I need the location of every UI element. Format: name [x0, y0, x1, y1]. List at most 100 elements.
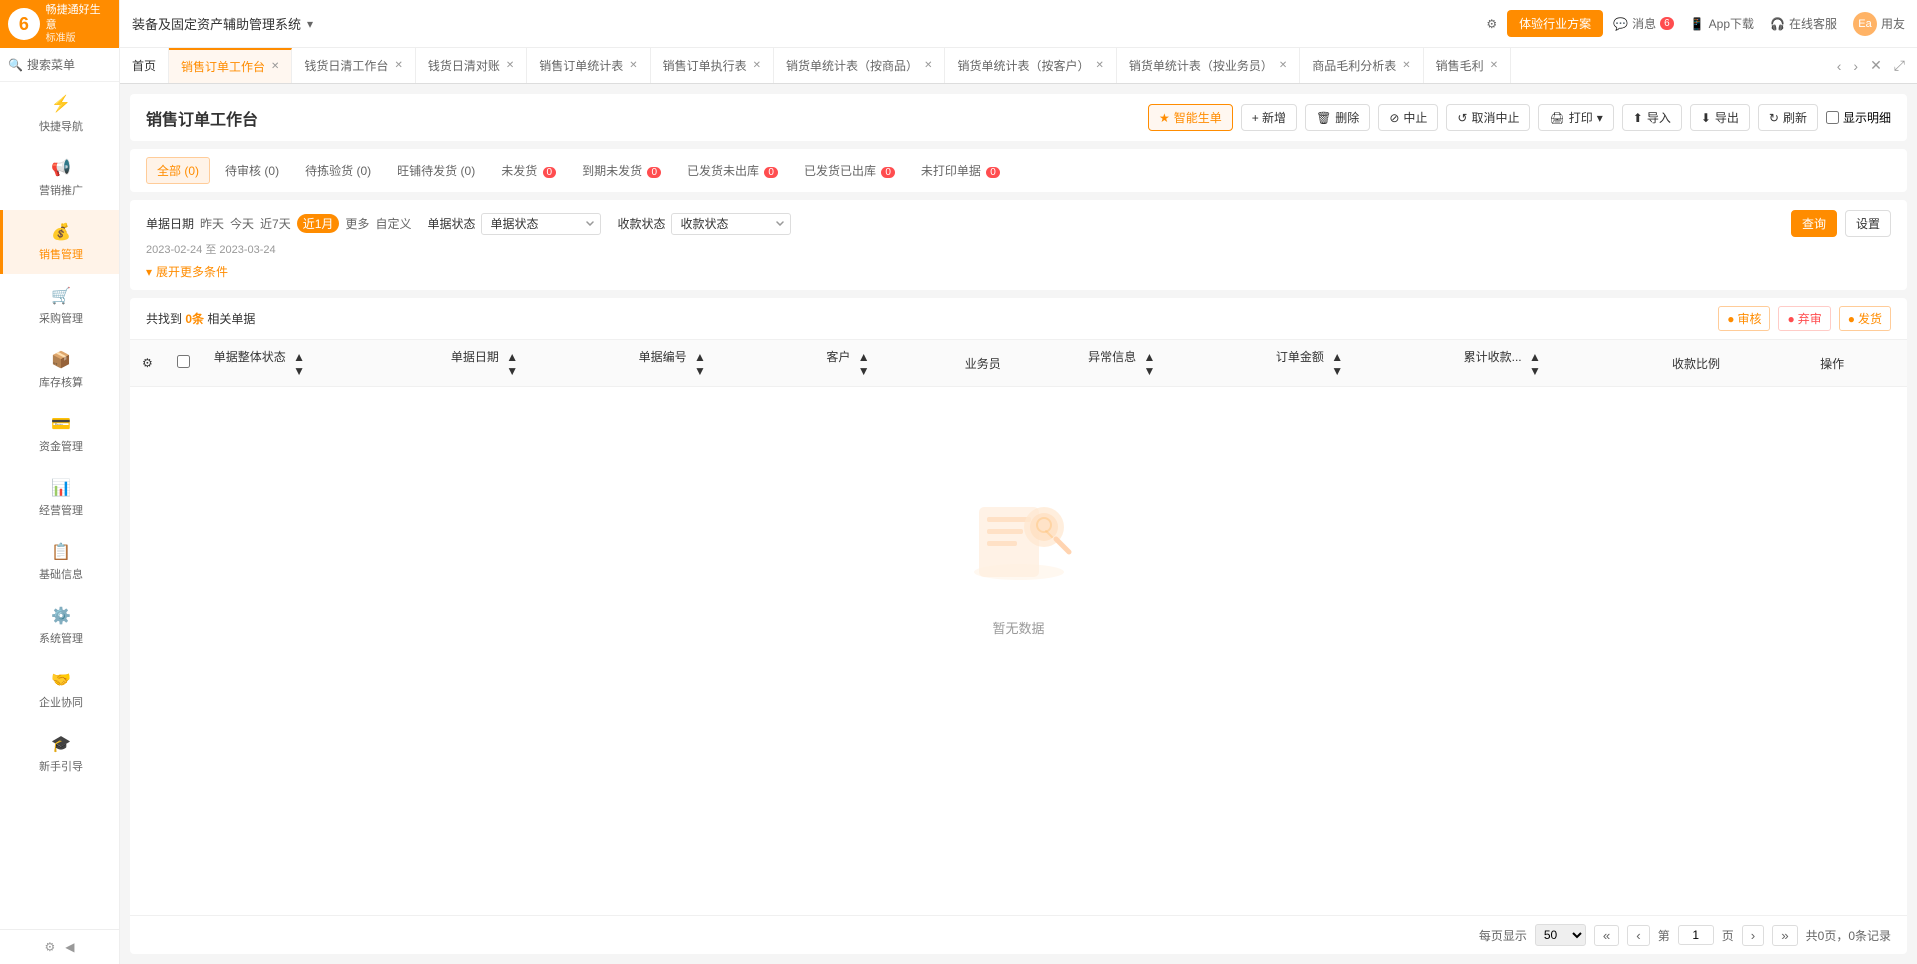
show-detail-checkbox-label[interactable]: 显示明细 [1826, 109, 1891, 126]
topbar-dropdown[interactable]: ▾ [307, 17, 313, 31]
date-custom[interactable]: 自定义 [375, 215, 411, 232]
collapse-icon[interactable]: ◀ [65, 940, 74, 954]
sidebar-item-basic[interactable]: 📋 基础信息 [0, 530, 119, 594]
sub-tab-expired-not-shipped[interactable]: 到期未发货 0 [571, 157, 672, 184]
print-btn[interactable]: 🖨 打印 ▾ [1538, 104, 1613, 131]
settings-bottom-icon[interactable]: ⚙ [45, 940, 56, 954]
sidebar-item-guide[interactable]: 🎓 新手引导 [0, 722, 119, 786]
sub-tab-shipped-not-out[interactable]: 已发货未出库 0 [676, 157, 789, 184]
tab-sales-exec[interactable]: 销售订单执行表 ✕ [651, 48, 774, 84]
tab-close-gross-profit[interactable]: ✕ [1402, 60, 1410, 71]
ship-btn[interactable]: ● 发货 [1839, 306, 1891, 331]
cancel-review-btn[interactable]: ● 弃审 [1778, 306, 1830, 331]
ai-create-btn[interactable]: ★ 智能生单 [1148, 104, 1233, 131]
page-size-select[interactable]: 50 10 20 100 [1535, 924, 1586, 946]
date-1month[interactable]: 近1月 [297, 214, 340, 233]
online-service-btn[interactable]: 🎧 在线客服 [1770, 15, 1837, 32]
tab-next-btn[interactable]: › [1849, 56, 1862, 76]
sidebar-item-marketing[interactable]: 📢 营销推广 [0, 146, 119, 210]
sub-tab-shipped-out[interactable]: 已发货已出库 0 [793, 157, 906, 184]
topbar-gear-icon[interactable]: ⚙ [1486, 17, 1497, 31]
app-download-btn[interactable]: 📱 App下载 [1690, 15, 1754, 32]
date-7days[interactable]: 近7天 [260, 215, 291, 232]
status-select[interactable]: 单据状态 [481, 213, 601, 235]
page-number-input[interactable] [1678, 925, 1714, 945]
payment-select[interactable]: 收款状态 [671, 213, 791, 235]
last-page-btn[interactable]: » [1772, 925, 1797, 946]
sub-tab-pending-review[interactable]: 待审核 (0) [214, 157, 290, 184]
col-customer: 客户 ▲▼ [814, 340, 952, 387]
date-today[interactable]: 今天 [230, 215, 254, 232]
tab-sales-summary-staff[interactable]: 销货单统计表（按业务员） ✕ [1117, 48, 1300, 84]
tab-sales-stats[interactable]: 销售订单统计表 ✕ [527, 48, 650, 84]
select-all-checkbox[interactable] [177, 355, 190, 368]
sub-tab-not-shipped[interactable]: 未发货 0 [490, 157, 567, 184]
sort-amount[interactable]: ▲▼ [1331, 350, 1343, 378]
sort-collected[interactable]: ▲▼ [1529, 350, 1541, 378]
sort-date[interactable]: ▲▼ [506, 350, 518, 378]
tab-sales-workbench[interactable]: 销售订单工作台 ✕ [169, 48, 292, 84]
sidebar-item-quick-nav[interactable]: ⚡ 快捷导航 [0, 82, 119, 146]
date-yesterday[interactable]: 昨天 [200, 215, 224, 232]
date-links: 昨天 今天 近7天 近1月 更多 自定义 [200, 214, 411, 233]
review-btn[interactable]: ● 审核 [1718, 306, 1770, 331]
sort-customer[interactable]: ▲▼ [858, 350, 870, 378]
tab-maximize-btn[interactable]: ⤢ [1890, 55, 1909, 76]
sidebar-item-operations[interactable]: 📊 经营管理 [0, 466, 119, 530]
tab-close-sales-exec[interactable]: ✕ [753, 60, 761, 71]
tab-close-sales-summary-staff[interactable]: ✕ [1279, 60, 1287, 71]
tab-sales-summary-product[interactable]: 销货单统计表（按商品） ✕ [774, 48, 945, 84]
refresh-btn[interactable]: ↻ 刷新 [1758, 104, 1818, 131]
next-page-btn[interactable]: › [1742, 925, 1764, 946]
tab-sales-summary-customer[interactable]: 销货单统计表（按客户） ✕ [945, 48, 1116, 84]
user-menu[interactable]: Ea 用友 [1853, 12, 1905, 36]
tab-close-sales-summary-product[interactable]: ✕ [924, 60, 932, 71]
sort-number[interactable]: ▲▼ [694, 350, 706, 378]
sidebar-item-inventory[interactable]: 📦 库存核算 [0, 338, 119, 402]
topbar-solution-btn[interactable]: 体验行业方案 [1507, 10, 1603, 37]
finance-icon: 💳 [51, 414, 71, 434]
sidebar-item-finance[interactable]: 💳 资金管理 [0, 402, 119, 466]
sort-exception[interactable]: ▲▼ [1144, 350, 1156, 378]
add-btn[interactable]: + 新增 [1241, 104, 1297, 131]
tab-close-sales-workbench[interactable]: ✕ [271, 61, 279, 72]
sub-tab-pending-inspect[interactable]: 待拣验货 (0) [294, 157, 382, 184]
first-page-btn[interactable]: « [1594, 925, 1619, 946]
tab-sales-hui[interactable]: 销售毛利 ✕ [1424, 48, 1511, 84]
filter-settings-btn[interactable]: 设置 [1845, 210, 1891, 237]
sidebar-item-enterprise[interactable]: 🤝 企业协同 [0, 658, 119, 722]
tab-prev-btn[interactable]: ‹ [1833, 56, 1846, 76]
sidebar-item-sales[interactable]: 💰 销售管理 [0, 210, 119, 274]
sub-tab-not-printed[interactable]: 未打印单据 0 [910, 157, 1011, 184]
tab-cash-reconcile[interactable]: 钱货日清对账 ✕ [416, 48, 527, 84]
export-btn[interactable]: ⬇ 导出 [1690, 104, 1750, 131]
col-checkbox[interactable] [165, 340, 202, 387]
tab-home[interactable]: 首页 [120, 48, 169, 84]
col-gear[interactable]: ⚙ [130, 340, 165, 387]
tab-close-sales-summary-customer[interactable]: ✕ [1095, 60, 1103, 71]
tab-cash-daily[interactable]: 钱货日清工作台 ✕ [292, 48, 415, 84]
prev-page-btn[interactable]: ‹ [1627, 925, 1649, 946]
show-detail-checkbox[interactable] [1826, 111, 1839, 124]
sub-tab-all[interactable]: 全部 (0) [146, 157, 210, 184]
tab-close-all-btn[interactable]: ✕ [1866, 55, 1886, 76]
tab-close-cash-daily[interactable]: ✕ [394, 60, 402, 71]
import-btn[interactable]: ⬆ 导入 [1622, 104, 1682, 131]
tab-close-sales-hui[interactable]: ✕ [1490, 60, 1498, 71]
sidebar-item-system[interactable]: ⚙️ 系统管理 [0, 594, 119, 658]
cancel-stop-btn[interactable]: ↺ 取消中止 [1446, 104, 1530, 131]
status-filter: 单据状态 单据状态 [427, 213, 601, 235]
tab-close-sales-stats[interactable]: ✕ [629, 60, 637, 71]
stop-btn[interactable]: ⊘ 中止 [1378, 104, 1438, 131]
tab-gross-profit[interactable]: 商品毛利分析表 ✕ [1300, 48, 1423, 84]
delete-btn[interactable]: 🗑 删除 [1305, 104, 1370, 131]
message-btn[interactable]: 💬 消息 6 [1613, 15, 1674, 32]
tab-close-cash-reconcile[interactable]: ✕ [506, 60, 514, 71]
sidebar-search[interactable]: 🔍 搜索菜单 [0, 48, 119, 82]
query-btn[interactable]: 查询 [1791, 210, 1837, 237]
sub-tab-wangpu[interactable]: 旺铺待发货 (0) [386, 157, 486, 184]
sidebar-item-purchase[interactable]: 🛒 采购管理 [0, 274, 119, 338]
expand-filter-btn[interactable]: ▾ 展开更多条件 [146, 263, 1891, 280]
date-more[interactable]: 更多 [345, 215, 369, 232]
sort-status[interactable]: ▲▼ [293, 350, 305, 378]
